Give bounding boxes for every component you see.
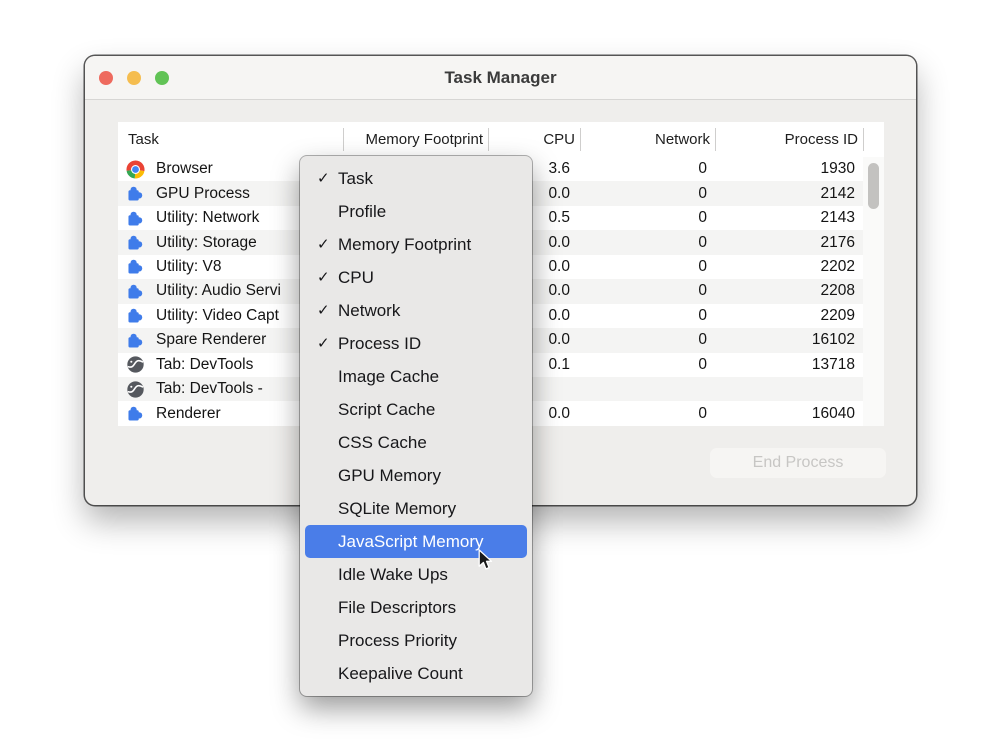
network-cell: 0	[580, 160, 715, 178]
menu-item-memory-footprint[interactable]: ✓ Memory Footprint	[305, 228, 527, 261]
network-cell: 0	[580, 185, 715, 203]
column-header-task[interactable]: Task	[118, 122, 343, 157]
menu-item-label: Keepalive Count	[338, 664, 463, 683]
column-header-scroll-gutter	[863, 122, 884, 157]
menu-item-network[interactable]: ✓ Network	[305, 294, 527, 327]
minimize-button[interactable]	[127, 71, 141, 85]
vertical-scrollbar-track[interactable]	[863, 157, 884, 426]
menu-item-process-priority[interactable]: Process Priority	[305, 624, 527, 657]
mouse-cursor	[478, 549, 494, 577]
menu-item-label: Process Priority	[338, 631, 457, 650]
menu-item-gpu-memory[interactable]: GPU Memory	[305, 459, 527, 492]
end-process-button[interactable]: End Process	[710, 448, 886, 478]
task-label: Spare Renderer	[156, 331, 266, 349]
network-cell: 0	[580, 234, 715, 252]
process-id-cell: 16102	[715, 331, 863, 349]
title-bar[interactable]: Task Manager	[85, 56, 916, 100]
menu-item-label: GPU Memory	[338, 466, 441, 485]
menu-item-script-cache[interactable]: Script Cache	[305, 393, 527, 426]
menu-item-label: Process ID	[338, 334, 421, 353]
column-header-memory-footprint[interactable]: Memory Footprint	[343, 122, 488, 157]
menu-item-sqlite-memory[interactable]: SQLite Memory	[305, 492, 527, 525]
network-cell: 0	[580, 258, 715, 276]
column-header-network[interactable]: Network	[580, 122, 715, 157]
column-header-process-id[interactable]: Process ID	[715, 122, 863, 157]
extension-icon	[126, 233, 145, 252]
task-label: Tab: DevTools -	[156, 380, 263, 398]
process-id-cell: 1930	[715, 160, 863, 178]
close-button[interactable]	[99, 71, 113, 85]
checkmark-icon: ✓	[317, 261, 330, 294]
vertical-scrollbar-thumb[interactable]	[868, 163, 879, 209]
network-cell: 0	[580, 282, 715, 300]
checkmark-icon: ✓	[317, 327, 330, 360]
extension-icon	[126, 184, 145, 203]
extension-icon	[126, 331, 145, 350]
task-label: GPU Process	[156, 185, 250, 203]
process-id-cell: 13718	[715, 356, 863, 374]
network-cell: 0	[580, 307, 715, 325]
process-id-cell: 2176	[715, 234, 863, 252]
checkmark-icon: ✓	[317, 228, 330, 261]
checkmark-icon: ✓	[317, 294, 330, 327]
menu-item-process-id[interactable]: ✓ Process ID	[305, 327, 527, 360]
menu-item-profile[interactable]: Profile	[305, 195, 527, 228]
checkmark-icon: ✓	[317, 162, 330, 195]
menu-item-label: JavaScript Memory	[338, 532, 483, 551]
process-id-cell: 2143	[715, 209, 863, 227]
menu-item-image-cache[interactable]: Image Cache	[305, 360, 527, 393]
network-cell: 0	[580, 405, 715, 423]
column-context-menu: ✓ Task Profile ✓ Memory Footprint ✓ CPU ✓ Networ…	[300, 156, 532, 696]
menu-item-cpu[interactable]: ✓ CPU	[305, 261, 527, 294]
menu-item-label: Idle Wake Ups	[338, 565, 448, 584]
column-header-cpu[interactable]: CPU	[488, 122, 580, 157]
screenshot-stage: Task Manager Task Memory Footprint CPU N…	[0, 0, 1000, 741]
devtools-icon	[126, 355, 145, 374]
extension-icon	[126, 306, 145, 325]
process-id-cell: 16040	[715, 405, 863, 423]
task-label: Utility: Network	[156, 209, 259, 227]
menu-item-label: Network	[338, 301, 400, 320]
menu-item-label: Profile	[338, 202, 386, 221]
table-header-row: Task Memory Footprint CPU Network Proces…	[118, 122, 884, 157]
extension-icon	[126, 257, 145, 276]
process-id-cell: 2142	[715, 185, 863, 203]
menu-item-label: File Descriptors	[338, 598, 456, 617]
task-label: Tab: DevTools	[156, 356, 253, 374]
menu-item-css-cache[interactable]: CSS Cache	[305, 426, 527, 459]
network-cell: 0	[580, 331, 715, 349]
menu-item-label: SQLite Memory	[338, 499, 456, 518]
menu-item-keepalive-count[interactable]: Keepalive Count	[305, 657, 527, 690]
task-label: Browser	[156, 160, 213, 178]
task-label: Utility: Storage	[156, 234, 257, 252]
menu-item-task[interactable]: ✓ Task	[305, 162, 527, 195]
network-cell: 0	[580, 209, 715, 227]
menu-item-label: Task	[338, 169, 373, 188]
task-label: Utility: Audio Servi	[156, 282, 281, 300]
process-id-cell: 2202	[715, 258, 863, 276]
extension-icon	[126, 209, 145, 228]
menu-item-label: Script Cache	[338, 400, 435, 419]
extension-icon	[126, 282, 145, 301]
task-label: Utility: V8	[156, 258, 221, 276]
task-label: Utility: Video Capt	[156, 307, 279, 325]
menu-item-label: CPU	[338, 268, 374, 287]
extension-icon	[126, 404, 145, 423]
menu-item-label: CSS Cache	[338, 433, 427, 452]
menu-item-file-descriptors[interactable]: File Descriptors	[305, 591, 527, 624]
chrome-icon	[126, 160, 145, 179]
process-id-cell: 2209	[715, 307, 863, 325]
zoom-button[interactable]	[155, 71, 169, 85]
devtools-icon	[126, 380, 145, 399]
task-label: Renderer	[156, 405, 221, 423]
menu-item-label: Image Cache	[338, 367, 439, 386]
window-title: Task Manager	[85, 56, 916, 99]
process-id-cell: 2208	[715, 282, 863, 300]
network-cell: 0	[580, 356, 715, 374]
menu-item-label: Memory Footprint	[338, 235, 471, 254]
